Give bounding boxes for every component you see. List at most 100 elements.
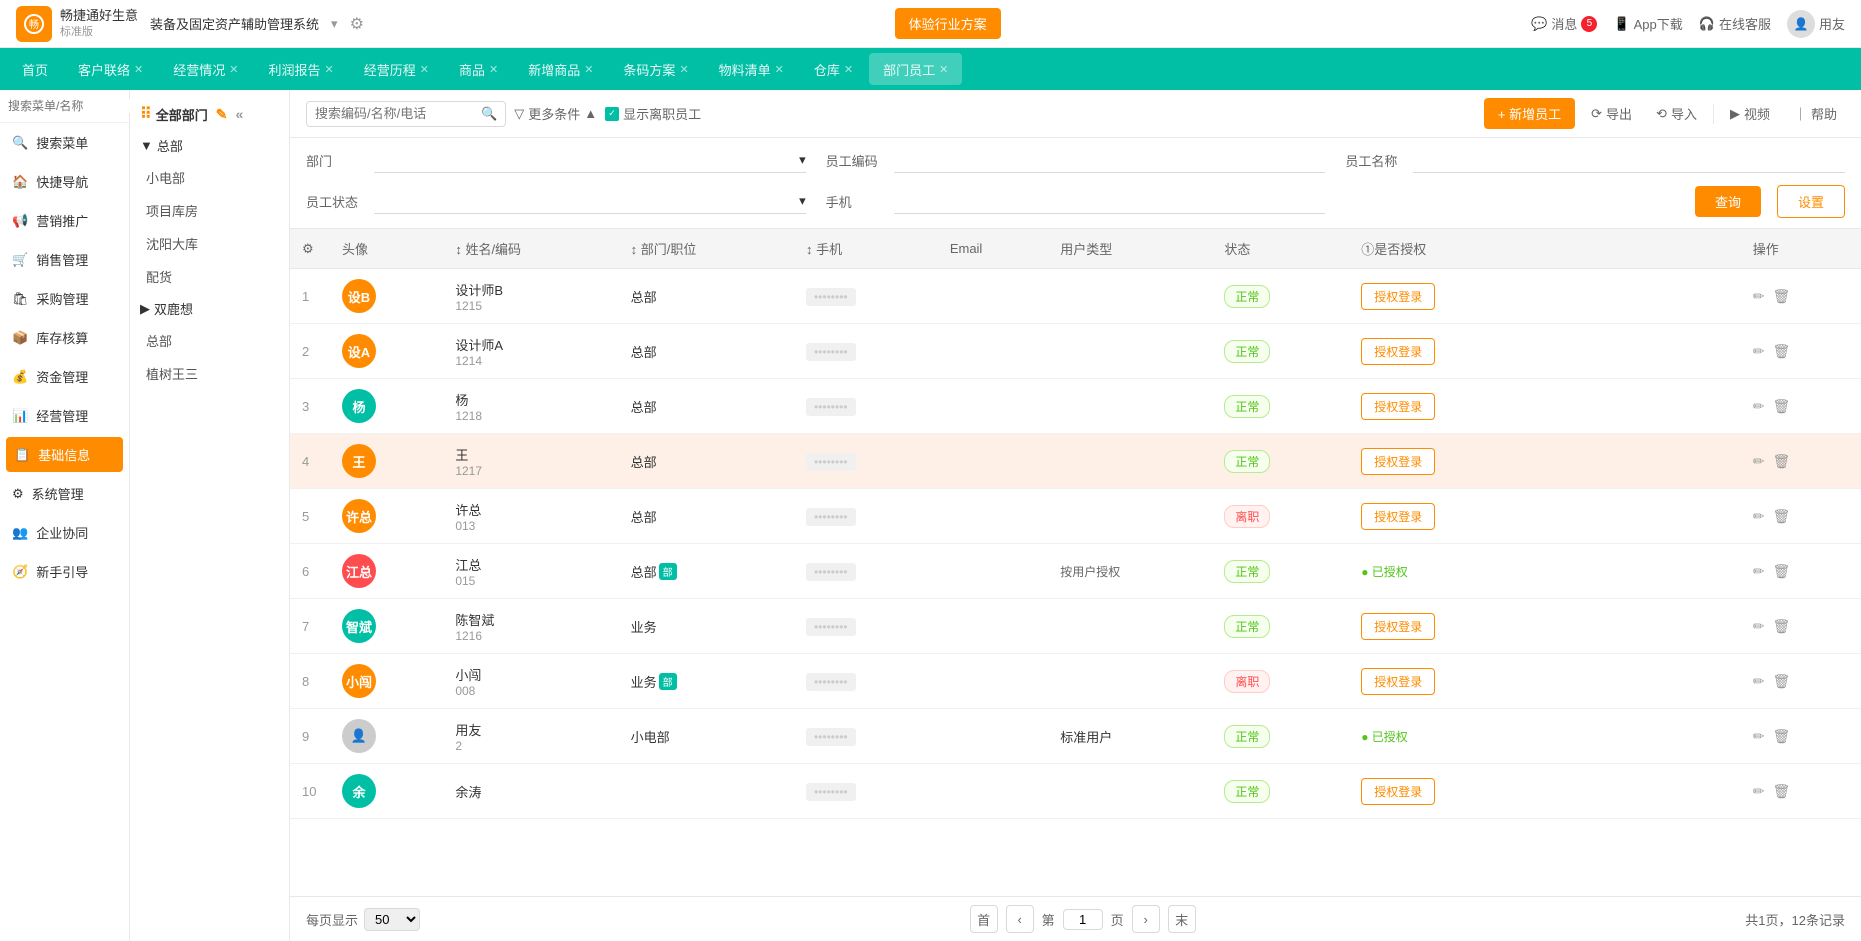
edit-icon[interactable]: ✏ (1753, 343, 1765, 360)
emp-name-input[interactable] (1413, 149, 1845, 173)
tab-new-goods[interactable]: 新增商品✕ (514, 53, 607, 85)
delete-icon[interactable]: 🗑 (1772, 398, 1790, 415)
auth-button[interactable]: 授权登录 (1361, 393, 1435, 420)
delete-icon[interactable]: 🗑 (1772, 288, 1790, 305)
edit-icon[interactable]: ✏ (1753, 453, 1765, 470)
edit-icon[interactable]: ✏ (1753, 783, 1765, 800)
tab-warehouse[interactable]: 仓库✕ (800, 53, 867, 85)
sidebar-item-collab[interactable]: 👥企业协同 (0, 513, 129, 552)
action-btns: ✏ 🗑 (1753, 563, 1849, 580)
tab-history[interactable]: 经营历程✕ (350, 53, 443, 85)
page-size-select[interactable]: 50 100 200 (364, 908, 420, 931)
delete-icon[interactable]: 🗑 (1772, 508, 1790, 525)
delete-icon[interactable]: 🗑 (1772, 783, 1790, 800)
delete-icon[interactable]: 🗑 (1772, 618, 1790, 635)
prev-page-btn[interactable]: ‹ (1006, 905, 1034, 933)
tab-profit[interactable]: 利润报告✕ (254, 53, 347, 85)
auth-button[interactable]: 授权登录 (1361, 448, 1435, 475)
employee-code: 008 (455, 684, 606, 698)
tab-customer[interactable]: 客户联络✕ (64, 53, 157, 85)
auth-button[interactable]: 授权登录 (1361, 668, 1435, 695)
delete-icon[interactable]: 🗑 (1772, 673, 1790, 690)
filter-more-btn[interactable]: ▽ 更多条件 ▲ (514, 104, 597, 123)
edit-icon[interactable]: ✏ (1753, 673, 1765, 690)
export-btn[interactable]: ⟳ 导出 (1583, 98, 1640, 129)
show-resigned-toggle[interactable]: ✓ 显示离职员工 (605, 104, 701, 123)
sidebar-item-basic[interactable]: 📋基础信息 (6, 437, 123, 472)
tab-home[interactable]: 首页 (8, 53, 62, 85)
query-button[interactable]: 查询 (1695, 186, 1761, 217)
dept-item-xiaodibu[interactable]: 小电部 (130, 161, 289, 194)
dept-collapse-btn[interactable]: « (235, 106, 243, 122)
dept-group-shuanglu[interactable]: ▶ 双鹿想 (130, 293, 289, 324)
delete-icon[interactable]: 🗑 (1772, 343, 1790, 360)
auth-button[interactable]: 授权登录 (1361, 503, 1435, 530)
edit-icon[interactable]: ✏ (1753, 563, 1765, 580)
sidebar-item-purchase[interactable]: 🛍采购管理 (0, 279, 129, 318)
name-cell: 许总 013 (443, 489, 618, 544)
sidebar-item-finance[interactable]: 💰资金管理 (0, 357, 129, 396)
sidebar-item-guide[interactable]: 🧭新手引导 (0, 552, 129, 591)
phone-input[interactable] (894, 190, 1326, 214)
message-action[interactable]: 💬 消息 5 (1531, 14, 1597, 33)
auth-button[interactable]: 授权登录 (1361, 283, 1435, 310)
tab-barcode[interactable]: 条码方案✕ (609, 53, 702, 85)
trial-button[interactable]: 体验行业方案 (895, 8, 1001, 39)
col-name[interactable]: ↕ 姓名/编码 (443, 229, 618, 269)
dept-group-zongbu[interactable]: ▼ 总部 (130, 130, 289, 161)
user-action[interactable]: 👤 用友 (1787, 10, 1845, 38)
settings-icon[interactable]: ⚙ (350, 14, 364, 34)
reset-button[interactable]: 设置 (1777, 185, 1845, 218)
sidebar-item-operation[interactable]: 📊经营管理 (0, 396, 129, 435)
dept-edit-icon[interactable]: ✎ (216, 106, 228, 123)
action-btns: ✏ 🗑 (1753, 343, 1849, 360)
auth-button[interactable]: 授权登录 (1361, 338, 1435, 365)
tab-operation[interactable]: 经营情况✕ (159, 53, 252, 85)
view-btn[interactable]: ▶ 视频 (1722, 98, 1778, 129)
online-service-action[interactable]: 🎧 在线客服 (1699, 14, 1771, 33)
emp-code-input[interactable] (894, 149, 1326, 173)
edit-icon[interactable]: ✏ (1753, 618, 1765, 635)
dept-item-peihuo[interactable]: 配货 (130, 260, 289, 293)
edit-icon[interactable]: ✏ (1753, 398, 1765, 415)
sidebar-item-nav[interactable]: 🏠快捷导航 (0, 162, 129, 201)
app-download-action[interactable]: 📱 App下载 (1613, 14, 1682, 33)
dept-cell: 总部 (619, 489, 794, 544)
auth-button[interactable]: 授权登录 (1361, 778, 1435, 805)
help-btn[interactable]: ｜ 帮助 (1786, 98, 1845, 129)
edit-icon[interactable]: ✏ (1753, 508, 1765, 525)
page-input[interactable] (1063, 909, 1103, 930)
sidebar-menu: 🔍搜索菜单 🏠快捷导航 📢营销推广 🛒销售管理 🛍采购管理 📦库存核算 💰资金管… (0, 123, 129, 941)
col-dept[interactable]: ↕ 部门/职位 (619, 229, 794, 269)
col-phone[interactable]: ↕ 手机 (794, 229, 938, 269)
search-input[interactable] (315, 106, 475, 121)
sidebar-item-sales[interactable]: 🛒销售管理 (0, 240, 129, 279)
delete-icon[interactable]: 🗑 (1772, 563, 1790, 580)
edit-icon[interactable]: ✏ (1753, 728, 1765, 745)
sidebar-item-system[interactable]: ⚙系统管理 (0, 474, 129, 513)
status-select[interactable]: ▾ (374, 189, 806, 214)
add-employee-button[interactable]: + 新增员工 (1484, 98, 1575, 129)
tab-department[interactable]: 部门员工✕ (869, 53, 962, 85)
last-page-btn[interactable]: 末 (1168, 905, 1196, 933)
dept-item-zhishu[interactable]: 植树王三 (130, 357, 289, 390)
dept-item-xiangmuku[interactable]: 项目库房 (130, 194, 289, 227)
dropdown-icon[interactable]: ▾ (331, 16, 338, 32)
search-icon[interactable]: 🔍 (481, 106, 497, 122)
first-page-btn[interactable]: 首 (970, 905, 998, 933)
tab-goods[interactable]: 商品✕ (445, 53, 512, 85)
edit-icon[interactable]: ✏ (1753, 288, 1765, 305)
delete-icon[interactable]: 🗑 (1772, 453, 1790, 470)
auth-button[interactable]: 授权登录 (1361, 613, 1435, 640)
tab-bom[interactable]: 物料清单✕ (705, 53, 798, 85)
delete-icon[interactable]: 🗑 (1772, 728, 1790, 745)
col-settings[interactable]: ⚙ (290, 229, 330, 269)
dept-item-zongbu2[interactable]: 总部 (130, 324, 289, 357)
import-btn[interactable]: ⟲ 导入 (1648, 98, 1705, 129)
dept-select[interactable]: ▾ (374, 148, 806, 173)
sidebar-item-inventory[interactable]: 📦库存核算 (0, 318, 129, 357)
dept-item-shenyang[interactable]: 沈阳大库 (130, 227, 289, 260)
sidebar-item-search[interactable]: 🔍搜索菜单 (0, 123, 129, 162)
sidebar-item-marketing[interactable]: 📢营销推广 (0, 201, 129, 240)
next-page-btn[interactable]: › (1132, 905, 1160, 933)
